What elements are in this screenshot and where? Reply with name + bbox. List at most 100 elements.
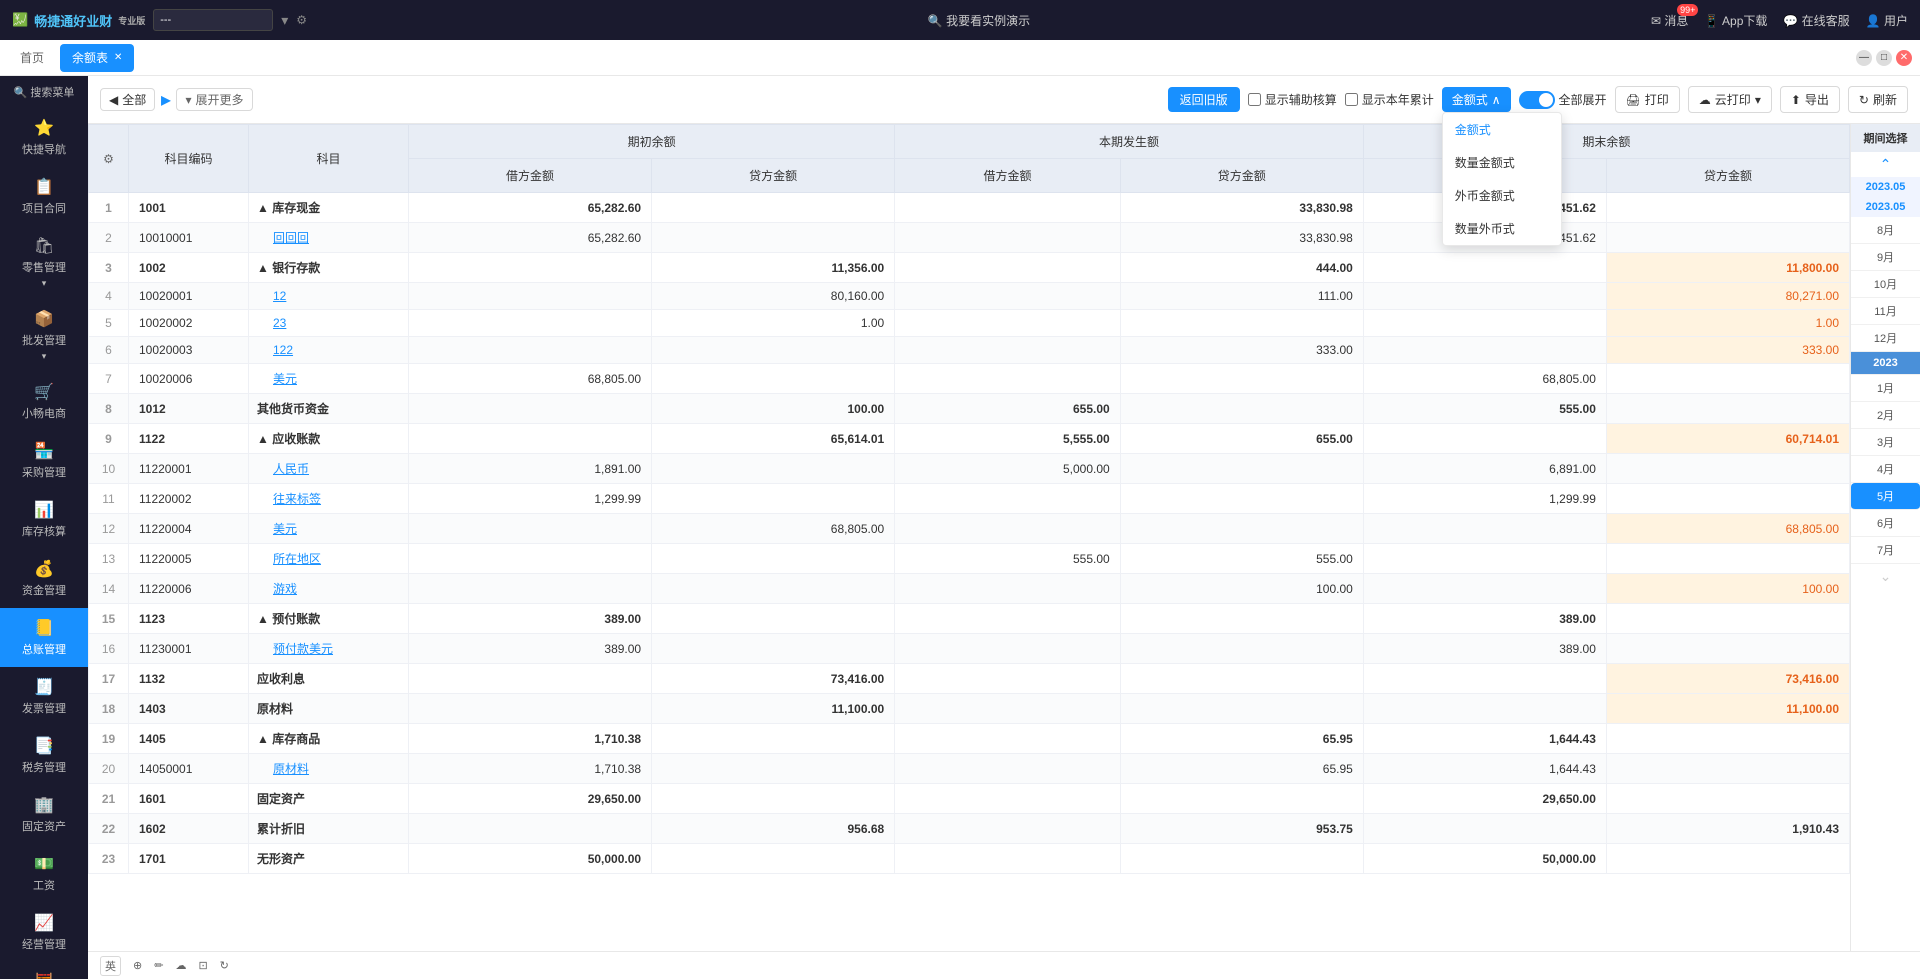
cell-subject[interactable]: 美元 — [249, 514, 409, 544]
period-month-1[interactable]: 1月 — [1851, 375, 1920, 402]
view-mode-btn[interactable]: 金额式 ∧ — [1442, 87, 1511, 112]
dropdown-arrow-icon[interactable]: ▾ — [281, 12, 288, 29]
toggle-switch[interactable] — [1519, 91, 1555, 109]
title-input[interactable] — [153, 9, 273, 31]
subject-link[interactable]: 122 — [273, 343, 293, 357]
cell-subject[interactable]: 12 — [249, 283, 409, 310]
period-up-icon[interactable]: ⌃ — [1880, 156, 1892, 173]
sidebar-item-inventory[interactable]: 📊 库存核算 — [0, 490, 88, 549]
period-month-6[interactable]: 6月 — [1851, 510, 1920, 537]
filter-next-icon[interactable]: ▶ — [161, 93, 170, 107]
period-year-2023-marker[interactable]: 2023 — [1851, 352, 1920, 375]
sidebar-item-retail[interactable]: 🛍 零售管理 ▾ — [0, 226, 88, 299]
sidebar-item-accounting[interactable]: 📒 总账管理 — [0, 608, 88, 667]
online-service-btn[interactable]: 💬 在线客服 — [1783, 12, 1849, 29]
window-maximize-btn[interactable]: □ — [1876, 50, 1892, 66]
subject-link[interactable]: 美元 — [273, 372, 297, 386]
status-plus-icon[interactable]: ⊕ — [133, 959, 142, 972]
period-month-5[interactable]: 5月 — [1851, 483, 1920, 510]
window-close-btn[interactable]: ✕ — [1896, 50, 1912, 66]
cell-subject[interactable]: 往来标签 — [249, 484, 409, 514]
view-mode-dropdown[interactable]: 金额式 ∧ 金额式 数量金额式 外币金额式 数量外币式 — [1442, 87, 1511, 112]
status-lang[interactable]: 英 — [100, 956, 121, 976]
sidebar-search[interactable]: 🔍 搜索菜单 — [0, 76, 88, 108]
col-settings-icon[interactable]: ⚙ — [103, 152, 114, 166]
show-auxiliary-check[interactable]: 显示辅助核算 — [1248, 91, 1337, 108]
subject-link[interactable]: 游戏 — [273, 582, 297, 596]
print-btn[interactable]: 🖨 打印 — [1615, 86, 1680, 113]
period-month-8[interactable]: 8月 — [1851, 217, 1920, 244]
cell-subject[interactable]: 所在地区 — [249, 544, 409, 574]
ytd-checkbox[interactable] — [1345, 93, 1358, 106]
sidebar-item-capital[interactable]: 💰 资金管理 — [0, 549, 88, 608]
subject-link[interactable]: 原材料 — [273, 762, 309, 776]
export-btn[interactable]: ⬆ 导出 — [1780, 86, 1840, 113]
user-avatar[interactable]: 👤 用户 — [1866, 12, 1908, 29]
subject-link[interactable]: 往来标签 — [273, 492, 321, 506]
sidebar-item-purchase[interactable]: 🏪 采购管理 — [0, 431, 88, 490]
message-btn[interactable]: ✉ 消息 99+ — [1651, 12, 1688, 29]
subject-link[interactable]: 人民币 — [273, 462, 309, 476]
app-download-btn[interactable]: 📱 App下载 — [1704, 12, 1767, 29]
sidebar-item-expense[interactable]: 🧮 小畅报销 — [0, 962, 88, 979]
sidebar-item-assets[interactable]: 🏢 固定资产 — [0, 785, 88, 844]
view-option-amount[interactable]: 金额式 — [1443, 113, 1561, 146]
status-refresh-icon[interactable]: ↻ — [220, 959, 229, 972]
period-month-4[interactable]: 4月 — [1851, 456, 1920, 483]
sidebar-item-payroll[interactable]: 💵 工资 — [0, 844, 88, 903]
period-month-3[interactable]: 3月 — [1851, 429, 1920, 456]
show-ytd-check[interactable]: 显示本年累计 — [1345, 91, 1434, 108]
cell-subject[interactable]: 122 — [249, 337, 409, 364]
status-cloud-icon[interactable]: ☁ — [175, 959, 186, 972]
sidebar-item-tax[interactable]: 📑 税务管理 — [0, 726, 88, 785]
subject-link[interactable]: 预付款美元 — [273, 642, 333, 656]
period-year-2023-2[interactable]: 2023.05 — [1851, 197, 1920, 217]
cell-subject[interactable]: 预付款美元 — [249, 634, 409, 664]
status-grid-icon[interactable]: ⊡ — [198, 959, 207, 972]
cell-subject[interactable]: 23 — [249, 310, 409, 337]
refresh-btn[interactable]: ↻ 刷新 — [1848, 86, 1908, 113]
period-month-10[interactable]: 10月 — [1851, 271, 1920, 298]
period-month-2[interactable]: 2月 — [1851, 402, 1920, 429]
cell-subject[interactable]: 美元 — [249, 364, 409, 394]
period-month-7[interactable]: 7月 — [1851, 537, 1920, 564]
sidebar-item-project[interactable]: 📋 项目合同 — [0, 167, 88, 226]
subject-link[interactable]: 23 — [273, 316, 286, 330]
period-nav-down[interactable]: ⌄ — [1851, 564, 1920, 589]
filter-prev-btn[interactable]: ◀ 全部 — [100, 88, 155, 111]
cell-subject[interactable]: 原材料 — [249, 754, 409, 784]
expand-more-btn[interactable]: ▾ 展开更多 — [176, 88, 252, 111]
cell-subject[interactable]: 人民币 — [249, 454, 409, 484]
view-option-foreign-amount[interactable]: 外币金额式 — [1443, 179, 1561, 212]
sidebar-item-wholesale[interactable]: 📦 批发管理 ▾ — [0, 299, 88, 372]
period-year-2023-1[interactable]: 2023.05 — [1851, 177, 1920, 197]
view-option-qty-foreign[interactable]: 数量外币式 — [1443, 212, 1561, 245]
tab-close-icon[interactable]: ✕ — [114, 52, 122, 63]
return-old-btn[interactable]: 返回旧版 — [1168, 87, 1240, 112]
tab-balance[interactable]: 余额表 ✕ — [60, 44, 134, 72]
period-down-icon[interactable]: ⌄ — [1880, 568, 1892, 585]
sidebar-item-quick-nav[interactable]: ⭐ 快捷导航 — [0, 108, 88, 167]
subject-link[interactable]: 所在地区 — [273, 552, 321, 566]
view-option-qty-amount[interactable]: 数量金额式 — [1443, 146, 1561, 179]
subject-link[interactable]: 回回回 — [273, 231, 309, 245]
subject-link[interactable]: 美元 — [273, 522, 297, 536]
period-month-12[interactable]: 12月 — [1851, 325, 1920, 352]
settings-header-icon[interactable]: ⚙ — [296, 13, 307, 27]
period-month-11[interactable]: 11月 — [1851, 298, 1920, 325]
auxiliary-checkbox[interactable] — [1248, 93, 1261, 106]
cell-subject[interactable]: 回回回 — [249, 223, 409, 253]
sidebar-item-invoice[interactable]: 🧾 发票管理 — [0, 667, 88, 726]
sidebar-item-ecommerce[interactable]: 🛒 小畅电商 — [0, 372, 88, 431]
period-nav-up[interactable]: ⌃ — [1851, 152, 1920, 177]
status-edit-icon[interactable]: ✏ — [154, 959, 163, 972]
subject-link[interactable]: 12 — [273, 289, 286, 303]
demo-link[interactable]: 🔍 我要看实例演示 — [928, 12, 1030, 29]
tab-home[interactable]: 首页 — [8, 44, 56, 72]
window-minimize-btn[interactable]: — — [1856, 50, 1872, 66]
cloud-print-btn[interactable]: ☁ 云打印 ▾ — [1688, 86, 1772, 113]
sidebar-item-operations[interactable]: 📈 经营管理 — [0, 903, 88, 962]
cell-subject[interactable]: 游戏 — [249, 574, 409, 604]
full-expand-toggle[interactable]: 全部展开 — [1519, 91, 1607, 109]
period-month-9[interactable]: 9月 — [1851, 244, 1920, 271]
